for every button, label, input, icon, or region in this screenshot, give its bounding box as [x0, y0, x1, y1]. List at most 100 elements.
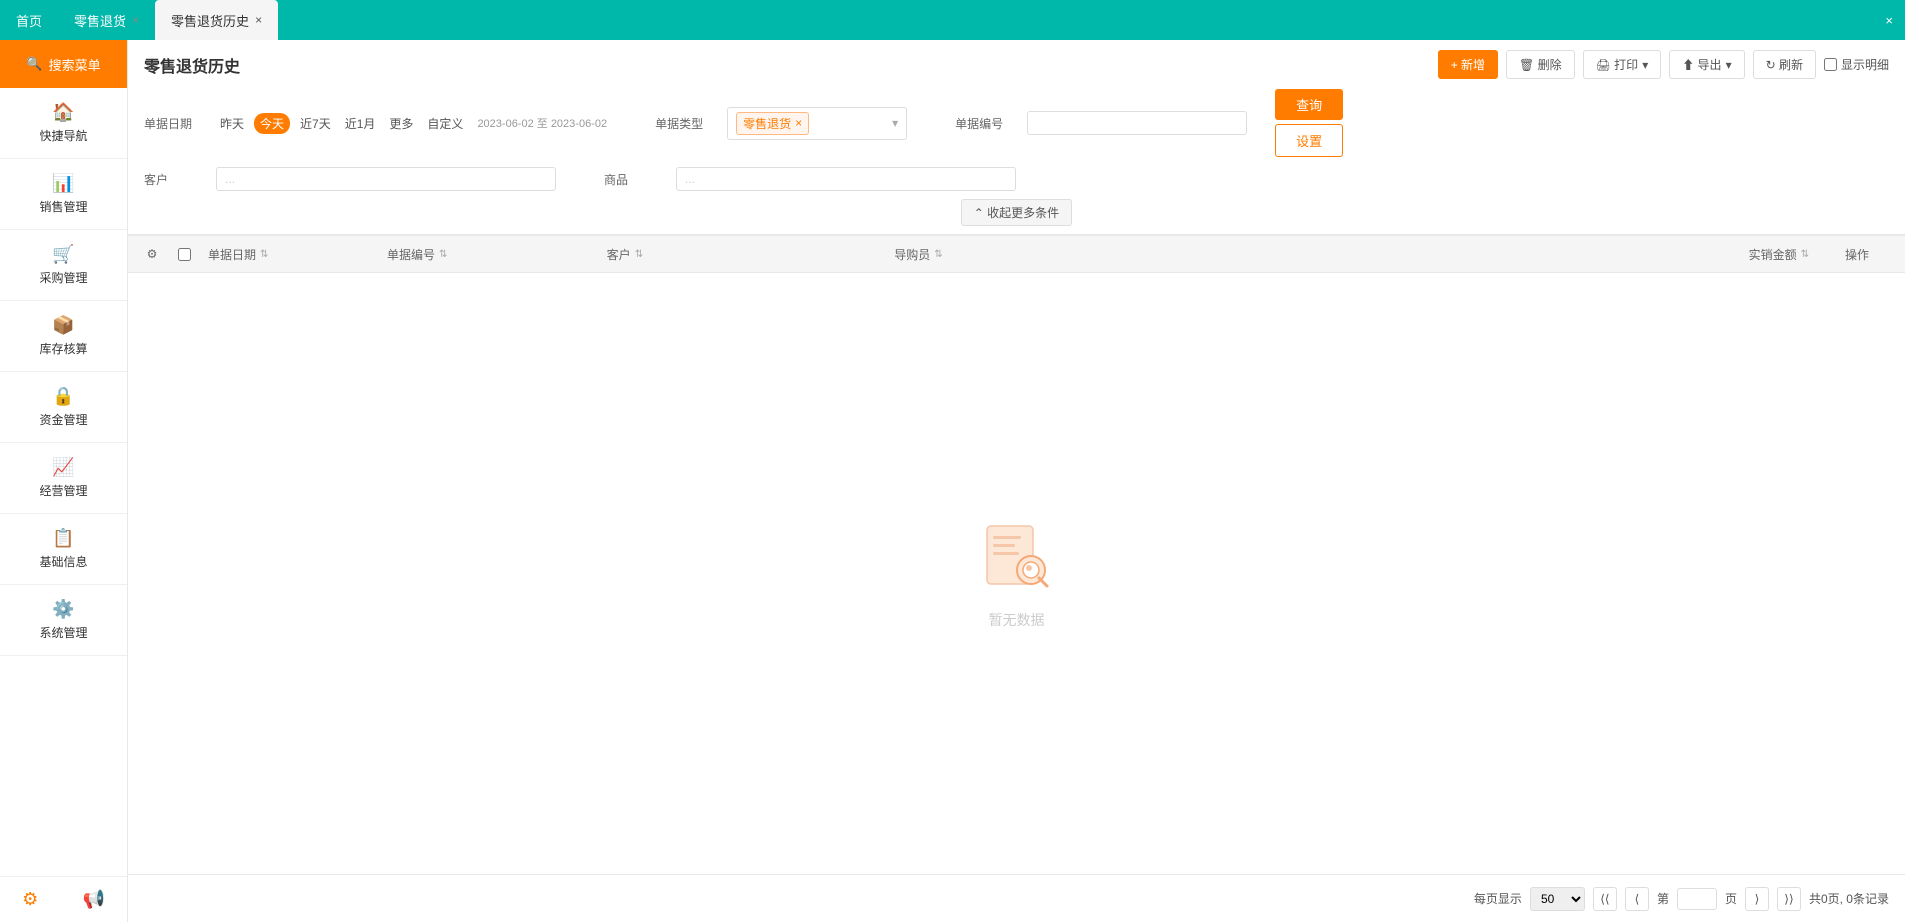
th-guide[interactable]: 导购员 ⇅	[886, 246, 1106, 263]
doc-type-label: 单据类型	[655, 115, 711, 132]
page-unit: 页	[1725, 890, 1737, 907]
display-toggle-label: 显示明细	[1841, 56, 1889, 73]
th-date-sort-icon: ⇅	[260, 249, 268, 260]
new-button[interactable]: + 新增	[1438, 50, 1498, 79]
per-page-label: 每页显示	[1474, 890, 1522, 907]
empty-state: 暂无数据	[128, 273, 1905, 874]
main-layout: 🔍 搜索菜单 🏠 快捷导航 📊 销售管理 🛒 采购管理 📦 库存核算 🔒 资金管…	[0, 40, 1905, 922]
first-page-button[interactable]: ⟨⟨	[1593, 887, 1617, 911]
sidebar-item-operations-label: 经营管理	[39, 482, 87, 499]
doc-no-label: 单据编号	[955, 115, 1011, 132]
date-btn-last1m[interactable]: 近1月	[341, 113, 380, 134]
sidebar-search-label: 搜索菜单	[49, 55, 101, 74]
next-page-button[interactable]: ⟩	[1745, 887, 1769, 911]
th-code[interactable]: 单据编号 ⇅	[379, 246, 599, 263]
tab-home-label: 首页	[16, 11, 42, 30]
sidebar-item-operations[interactable]: 📈 经营管理	[0, 443, 127, 514]
th-amount-label: 实销金额	[1749, 246, 1797, 263]
page-header: 零售退货历史 + 新增 🗑 删除 🖨 打印 ▾ ⬆ 导出 ▾ ↻ 刷新	[128, 40, 1905, 235]
doc-type-tag-close[interactable]: ×	[795, 116, 802, 130]
th-check[interactable]	[168, 248, 200, 261]
date-btn-today[interactable]: 今天	[254, 113, 290, 134]
doc-type-tag-item: 零售退货 ×	[736, 112, 809, 135]
th-gear[interactable]: ⚙	[136, 247, 168, 261]
print-label: 🖨 打印	[1596, 56, 1639, 73]
delete-button[interactable]: 🗑 删除	[1506, 50, 1575, 79]
sidebar-item-finance-label: 资金管理	[39, 411, 87, 428]
print-button[interactable]: 🖨 打印 ▾	[1583, 50, 1662, 79]
purchase-icon: 🛒	[52, 244, 74, 265]
sidebar-item-sys-mgmt[interactable]: ⚙️ 系统管理	[0, 585, 127, 656]
sidebar: 🔍 搜索菜单 🏠 快捷导航 📊 销售管理 🛒 采购管理 📦 库存核算 🔒 资金管…	[0, 40, 128, 922]
display-toggle-checkbox[interactable]	[1824, 58, 1837, 71]
th-code-sort-icon: ⇅	[439, 249, 447, 260]
page-label: 第	[1657, 890, 1669, 907]
refresh-button[interactable]: ↻ 刷新	[1753, 50, 1816, 79]
th-code-label: 单据编号	[387, 246, 435, 263]
sidebar-item-sales[interactable]: 📊 销售管理	[0, 159, 127, 230]
goods-label: 商品	[604, 171, 660, 188]
page-header-top: 零售退货历史 + 新增 🗑 删除 🖨 打印 ▾ ⬆ 导出 ▾ ↻ 刷新	[144, 50, 1889, 79]
top-tab-bar: 首页 零售退货 × 零售退货历史 × ×	[0, 0, 1905, 40]
sidebar-item-basic-info[interactable]: 📋 基础信息	[0, 514, 127, 585]
search-icon: 🔍	[26, 56, 42, 72]
tab-retail-return-history[interactable]: 零售退货历史 ×	[155, 0, 278, 40]
tab-retail-return-close[interactable]: ×	[132, 13, 139, 27]
export-label: ⬆ 导出	[1682, 56, 1721, 73]
th-customer-label: 客户	[607, 246, 631, 263]
sidebar-item-purchase-label: 采购管理	[39, 269, 87, 286]
th-amount-sort-icon: ⇅	[1801, 249, 1809, 260]
export-chevron-icon: ▾	[1726, 58, 1732, 72]
collapse-row: ⌃ 收起更多条件	[144, 199, 1889, 226]
empty-svg	[977, 518, 1057, 598]
doc-type-chevron-icon: ▾	[892, 116, 898, 130]
th-operate-label: 操作	[1845, 246, 1869, 263]
query-button[interactable]: 查询	[1275, 89, 1343, 120]
date-btn-more[interactable]: 更多	[385, 113, 417, 134]
date-btn-custom[interactable]: 自定义	[423, 113, 467, 134]
display-toggle[interactable]: 显示明细	[1824, 56, 1889, 73]
sidebar-item-purchase[interactable]: 🛒 采购管理	[0, 230, 127, 301]
per-page-select[interactable]: 50 10 20 100	[1530, 887, 1585, 911]
tab-home[interactable]: 首页	[0, 0, 58, 40]
last-page-button[interactable]: ⟩⟩	[1777, 887, 1801, 911]
sys-icon: ⚙️	[52, 599, 74, 620]
customer-select[interactable]: ...	[216, 167, 556, 191]
doc-type-tag-label: 零售退货	[743, 115, 791, 132]
setting-button[interactable]: 设置	[1275, 124, 1343, 157]
th-date[interactable]: 单据日期 ⇅	[200, 246, 379, 263]
sidebar-speaker-button[interactable]: 📢	[82, 889, 104, 910]
date-btn-yesterday[interactable]: 昨天	[216, 113, 248, 134]
doc-no-input[interactable]	[1027, 111, 1247, 135]
collapse-button[interactable]: ⌃ 收起更多条件	[961, 199, 1072, 226]
export-button[interactable]: ⬆ 导出 ▾	[1669, 50, 1744, 79]
sidebar-item-quick-nav-label: 快捷导航	[39, 127, 87, 144]
content-area: 零售退货历史 + 新增 🗑 删除 🖨 打印 ▾ ⬆ 导出 ▾ ↻ 刷新	[128, 40, 1905, 922]
th-customer-sort-icon: ⇅	[635, 249, 643, 260]
page-input[interactable]: 1	[1677, 888, 1717, 910]
goods-placeholder: ...	[685, 172, 695, 186]
tab-retail-return[interactable]: 零售退货 ×	[58, 0, 155, 40]
sidebar-item-basic-info-label: 基础信息	[39, 553, 87, 570]
th-customer[interactable]: 客户 ⇅	[599, 246, 887, 263]
select-all-checkbox[interactable]	[178, 248, 191, 261]
th-amount[interactable]: 实销金额 ⇅	[1665, 246, 1817, 263]
sidebar-item-quick-nav[interactable]: 🏠 快捷导航	[0, 88, 127, 159]
doc-type-select[interactable]: 零售退货 × ▾	[727, 107, 907, 140]
prev-page-button[interactable]: ⟨	[1625, 887, 1649, 911]
topbar-close[interactable]: ×	[1885, 13, 1905, 28]
sidebar-item-finance[interactable]: 🔒 资金管理	[0, 372, 127, 443]
inventory-icon: 📦	[52, 315, 74, 336]
goods-select[interactable]: ...	[676, 167, 1016, 191]
date-btn-last7[interactable]: 近7天	[296, 113, 335, 134]
th-guide-label: 导购员	[894, 246, 930, 263]
operations-icon: 📈	[52, 457, 74, 478]
home-icon: 🏠	[52, 102, 74, 123]
tab-retail-return-history-close[interactable]: ×	[255, 13, 262, 27]
sidebar-search[interactable]: 🔍 搜索菜单	[0, 40, 127, 88]
sidebar-gear-button[interactable]: ⚙	[22, 889, 38, 910]
th-operate: 操作	[1817, 246, 1897, 263]
customer-placeholder: ...	[225, 172, 235, 186]
sidebar-item-inventory[interactable]: 📦 库存核算	[0, 301, 127, 372]
sidebar-item-sys-mgmt-label: 系统管理	[39, 624, 87, 641]
